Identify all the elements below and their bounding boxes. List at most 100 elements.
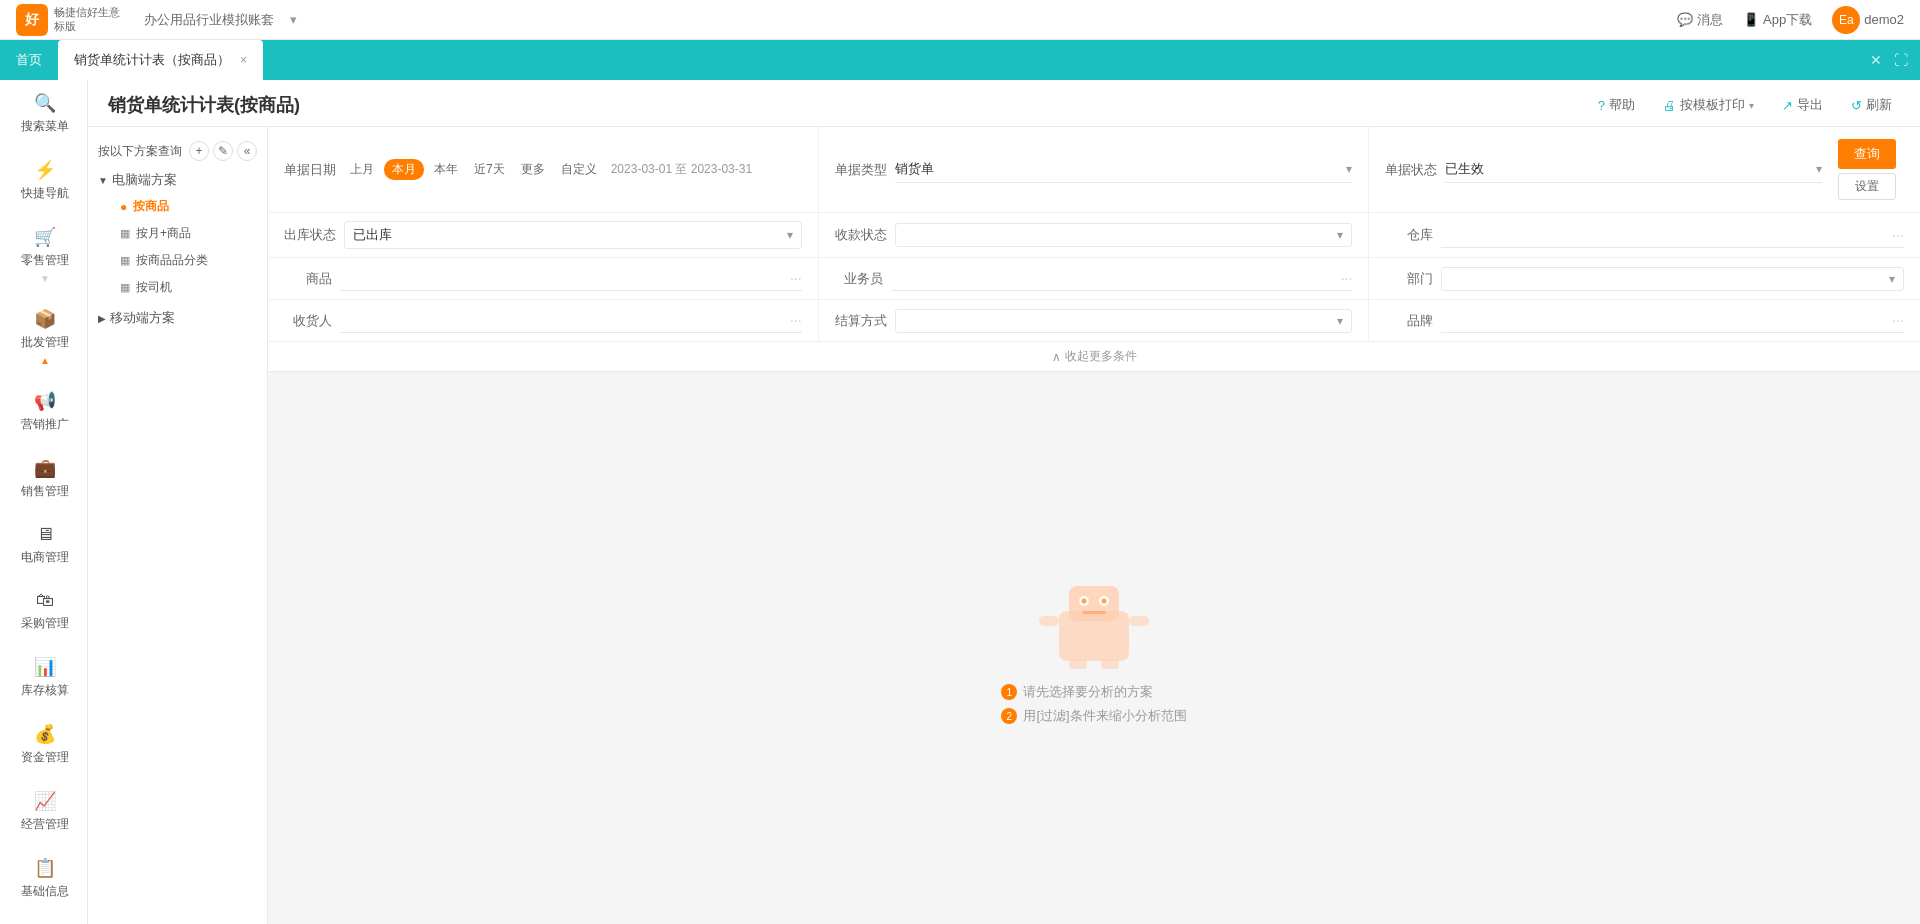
tree-pc-arrow: ▼: [98, 175, 108, 186]
dropdown-icon[interactable]: ▾: [290, 12, 297, 27]
payment-chevron: ▾: [1337, 228, 1343, 242]
sidebar-item-marketing[interactable]: 📢 营销推广: [0, 378, 87, 445]
filter-cell-payment: 收款状态 ▾: [819, 213, 1370, 257]
sidebar-item-operations[interactable]: 📈 经营管理: [0, 778, 87, 845]
finance-icon: 💰: [34, 723, 56, 745]
collapse-panel-btn[interactable]: «: [237, 141, 257, 161]
close-window-btn[interactable]: ✕: [1866, 50, 1886, 70]
receiver-input[interactable]: ···: [340, 308, 802, 333]
sidebar-item-ecommerce[interactable]: 🖥 电商管理: [0, 512, 87, 578]
user-menu[interactable]: Ea demo2: [1832, 6, 1904, 34]
tree-item-by-goods[interactable]: ● 按商品: [88, 193, 267, 220]
docstatus-label: 单据状态: [1385, 161, 1445, 179]
maximize-window-btn[interactable]: ⛶: [1890, 50, 1912, 70]
add-scheme-btn[interactable]: +: [189, 141, 209, 161]
doctype-value: 销货单: [895, 160, 934, 178]
paymethod-select[interactable]: ▾: [895, 309, 1353, 333]
date-more[interactable]: 更多: [515, 159, 551, 180]
sidebar-item-retail[interactable]: 🛒 零售管理 ▼: [0, 214, 87, 296]
tree-item-by-month-goods[interactable]: ▦ 按月+商品: [88, 220, 267, 247]
sidebar-marketing-label: 营销推广: [21, 416, 69, 433]
tree-item-icon: ●: [120, 200, 127, 214]
sidebar-item-finance[interactable]: 💰 资金管理: [0, 711, 87, 778]
step1-text: 请先选择要分析的方案: [1023, 683, 1153, 701]
page-header: 销货单统计计表(按商品) ? 帮助 🖨 按模板打印 ▾ ↗ 导出 ↺ 刷新: [88, 80, 1920, 127]
empty-step1: 1 请先选择要分析的方案: [1001, 683, 1186, 701]
date-custom[interactable]: 自定义: [555, 159, 603, 180]
help-btn[interactable]: ? 帮助: [1590, 92, 1643, 118]
doctype-chevron: ▾: [1346, 162, 1352, 176]
sidebar-retail-label: 零售管理: [21, 252, 69, 269]
tree-mobile-label: 移动端方案: [110, 309, 175, 327]
docstatus-select[interactable]: 已生效 ▾: [1445, 156, 1822, 183]
tabbar: 首页 销货单统计计表（按商品） × ✕ ⛶: [0, 40, 1920, 80]
tab-home[interactable]: 首页: [0, 40, 58, 80]
tree-item-label: 按商品: [133, 198, 169, 215]
payment-select[interactable]: ▾: [895, 223, 1353, 247]
app-download-btn[interactable]: 📱 App下载: [1743, 11, 1812, 29]
dept-select[interactable]: ▾: [1441, 267, 1904, 291]
date-last7[interactable]: 近7天: [468, 159, 511, 180]
export-btn[interactable]: ↗ 导出: [1774, 92, 1831, 118]
settings-btn[interactable]: 设置: [1838, 173, 1896, 200]
outstock-select[interactable]: 已出库 ▾: [344, 221, 802, 249]
tab-close-btn[interactable]: ×: [240, 53, 247, 67]
query-btn[interactable]: 查询: [1838, 139, 1896, 169]
brand-dots: ···: [1892, 312, 1904, 328]
date-this-year[interactable]: 本年: [428, 159, 464, 180]
sidebar-item-system[interactable]: ⚙ 系统管理: [0, 912, 87, 924]
print-dropdown-icon[interactable]: ▾: [1749, 100, 1754, 111]
doctype-label: 单据类型: [835, 161, 895, 179]
svg-rect-6: [1082, 611, 1106, 614]
inventory-icon: 📊: [34, 656, 56, 678]
goods-input[interactable]: ···: [340, 266, 802, 291]
warehouse-input[interactable]: ···: [1441, 223, 1904, 248]
filter-cell-date: 单据日期 上月 本月 本年 近7天 更多 自定义 2023-03-01 至 20…: [268, 127, 819, 212]
refresh-btn[interactable]: ↺ 刷新: [1843, 92, 1900, 118]
brand-input[interactable]: ···: [1441, 308, 1904, 333]
sidebar-wholesale-label: 批发管理: [21, 334, 69, 351]
sidebar-item-quicknav[interactable]: ⚡ 快捷导航: [0, 147, 87, 214]
svg-rect-9: [1039, 616, 1059, 626]
step2-num: 2: [1001, 708, 1017, 724]
date-this-month[interactable]: 本月: [384, 159, 424, 180]
sidebar-operations-label: 经营管理: [21, 816, 69, 833]
date-last-month[interactable]: 上月: [344, 159, 380, 180]
tab-active[interactable]: 销货单统计计表（按商品） ×: [58, 40, 263, 80]
receiver-dots: ···: [790, 312, 802, 328]
salesman-label: 业务员: [835, 270, 891, 288]
filter-panel: 单据日期 上月 本月 本年 近7天 更多 自定义 2023-03-01 至 20…: [268, 127, 1920, 372]
filter-cell-warehouse: 仓库 ···: [1369, 213, 1920, 257]
svg-rect-7: [1069, 659, 1087, 669]
doctype-select[interactable]: 销货单 ▾: [895, 156, 1353, 183]
sidebar-item-inventory[interactable]: 📊 库存核算: [0, 644, 87, 711]
tab-active-label: 销货单统计计表（按商品）: [74, 51, 230, 69]
tree-item-by-category[interactable]: ▦ 按商品品分类: [88, 247, 267, 274]
sidebar-item-purchase[interactable]: 🛍 采购管理: [0, 578, 87, 644]
left-panel: 按以下方案查询 + ✎ « ▼ 电脑端方案 ● 按商品 ▦: [88, 127, 268, 924]
salesman-input[interactable]: ···: [891, 266, 1353, 291]
sidebar-item-wholesale[interactable]: 📦 批发管理 ▲: [0, 296, 87, 378]
tree-group-mobile[interactable]: ▶ 移动端方案: [88, 305, 267, 331]
sidebar-item-search[interactable]: 🔍 搜索菜单: [0, 80, 87, 147]
help-label: 帮助: [1609, 96, 1635, 114]
content-area: 销货单统计计表(按商品) ? 帮助 🖨 按模板打印 ▾ ↗ 导出 ↺ 刷新: [88, 80, 1920, 924]
message-btn[interactable]: 💬 消息: [1677, 11, 1723, 29]
print-label: 按模板打印: [1680, 96, 1745, 114]
outstock-value: 已出库: [353, 226, 392, 244]
print-btn[interactable]: 🖨 按模板打印 ▾: [1655, 92, 1762, 118]
collapse-btn[interactable]: ∧ 收起更多条件: [268, 342, 1920, 371]
svg-rect-8: [1101, 659, 1119, 669]
sidebar-item-sales[interactable]: 💼 销售管理: [0, 445, 87, 512]
svg-point-4: [1081, 599, 1086, 604]
empty-text: 1 请先选择要分析的方案 2 用[过滤]条件来缩小分析范围: [1001, 683, 1186, 725]
outstock-chevron: ▾: [787, 228, 793, 242]
filter-cell-doctype: 单据类型 销货单 ▾: [819, 127, 1370, 212]
wholesale-icon: 📦: [34, 308, 56, 330]
refresh-icon: ↺: [1851, 98, 1862, 113]
sidebar-search-label: 搜索菜单: [21, 118, 69, 135]
tree-group-pc[interactable]: ▼ 电脑端方案: [88, 167, 267, 193]
edit-scheme-btn[interactable]: ✎: [213, 141, 233, 161]
tree-item-by-driver[interactable]: ▦ 按司机: [88, 274, 267, 301]
sidebar-item-basic[interactable]: 📋 基础信息: [0, 845, 87, 912]
